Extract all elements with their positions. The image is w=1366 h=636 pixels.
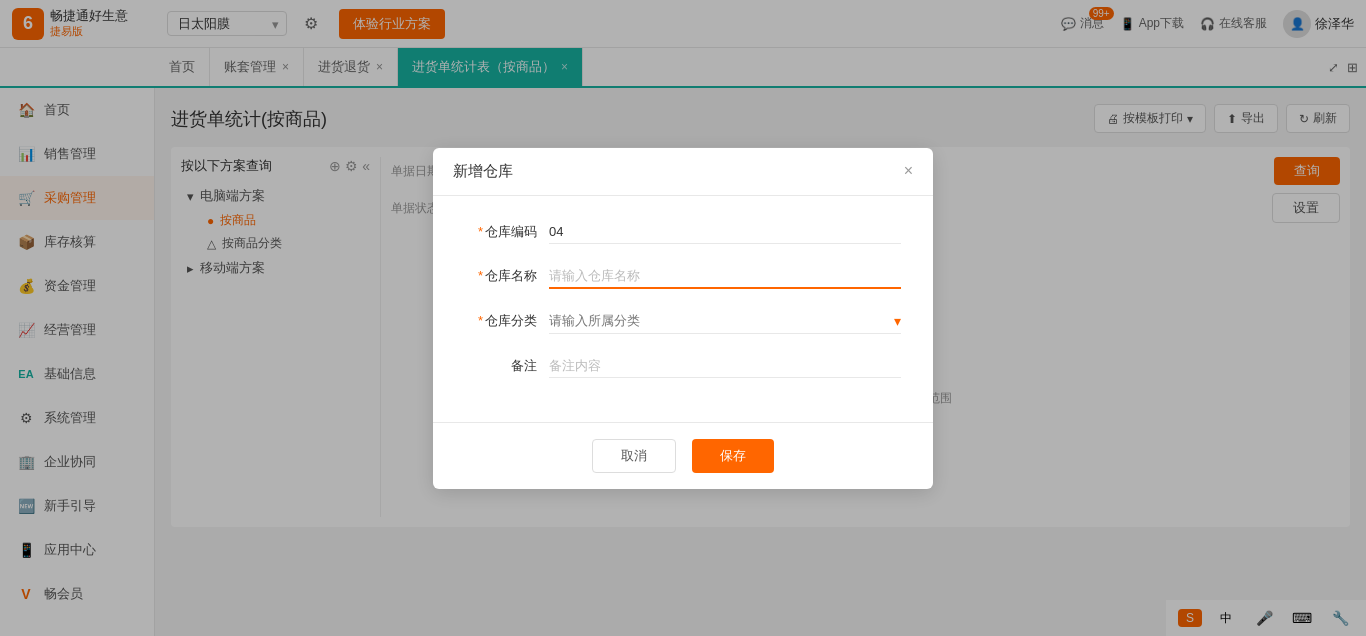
category-label: *仓库分类 xyxy=(465,312,537,330)
dialog-title: 新增仓库 xyxy=(453,162,513,181)
dialog-footer: 取消 保存 xyxy=(433,422,933,489)
save-button[interactable]: 保存 xyxy=(692,439,774,473)
cancel-button[interactable]: 取消 xyxy=(592,439,676,473)
form-row-code: *仓库编码 xyxy=(465,220,901,244)
dialog-header: 新增仓库 × xyxy=(433,148,933,196)
category-dropdown-icon: ▾ xyxy=(894,313,901,329)
dialog-body: *仓库编码 *仓库名称 *仓库分类 ▾ xyxy=(433,196,933,422)
category-select-wrap[interactable]: ▾ xyxy=(549,309,901,334)
form-row-remark: 备注 xyxy=(465,354,901,378)
dialog-close-button[interactable]: × xyxy=(904,162,913,180)
form-row-name: *仓库名称 xyxy=(465,264,901,289)
remark-input[interactable] xyxy=(549,354,901,378)
code-label: *仓库编码 xyxy=(465,223,537,241)
modal-overlay: 新增仓库 × *仓库编码 *仓库名称 *仓库分类 xyxy=(0,0,1366,636)
name-input[interactable] xyxy=(549,264,901,289)
remark-label: 备注 xyxy=(465,357,537,375)
form-row-category: *仓库分类 ▾ xyxy=(465,309,901,334)
category-input[interactable] xyxy=(549,313,894,328)
code-input[interactable] xyxy=(549,220,901,244)
name-label: *仓库名称 xyxy=(465,267,537,285)
add-warehouse-dialog: 新增仓库 × *仓库编码 *仓库名称 *仓库分类 xyxy=(433,148,933,489)
